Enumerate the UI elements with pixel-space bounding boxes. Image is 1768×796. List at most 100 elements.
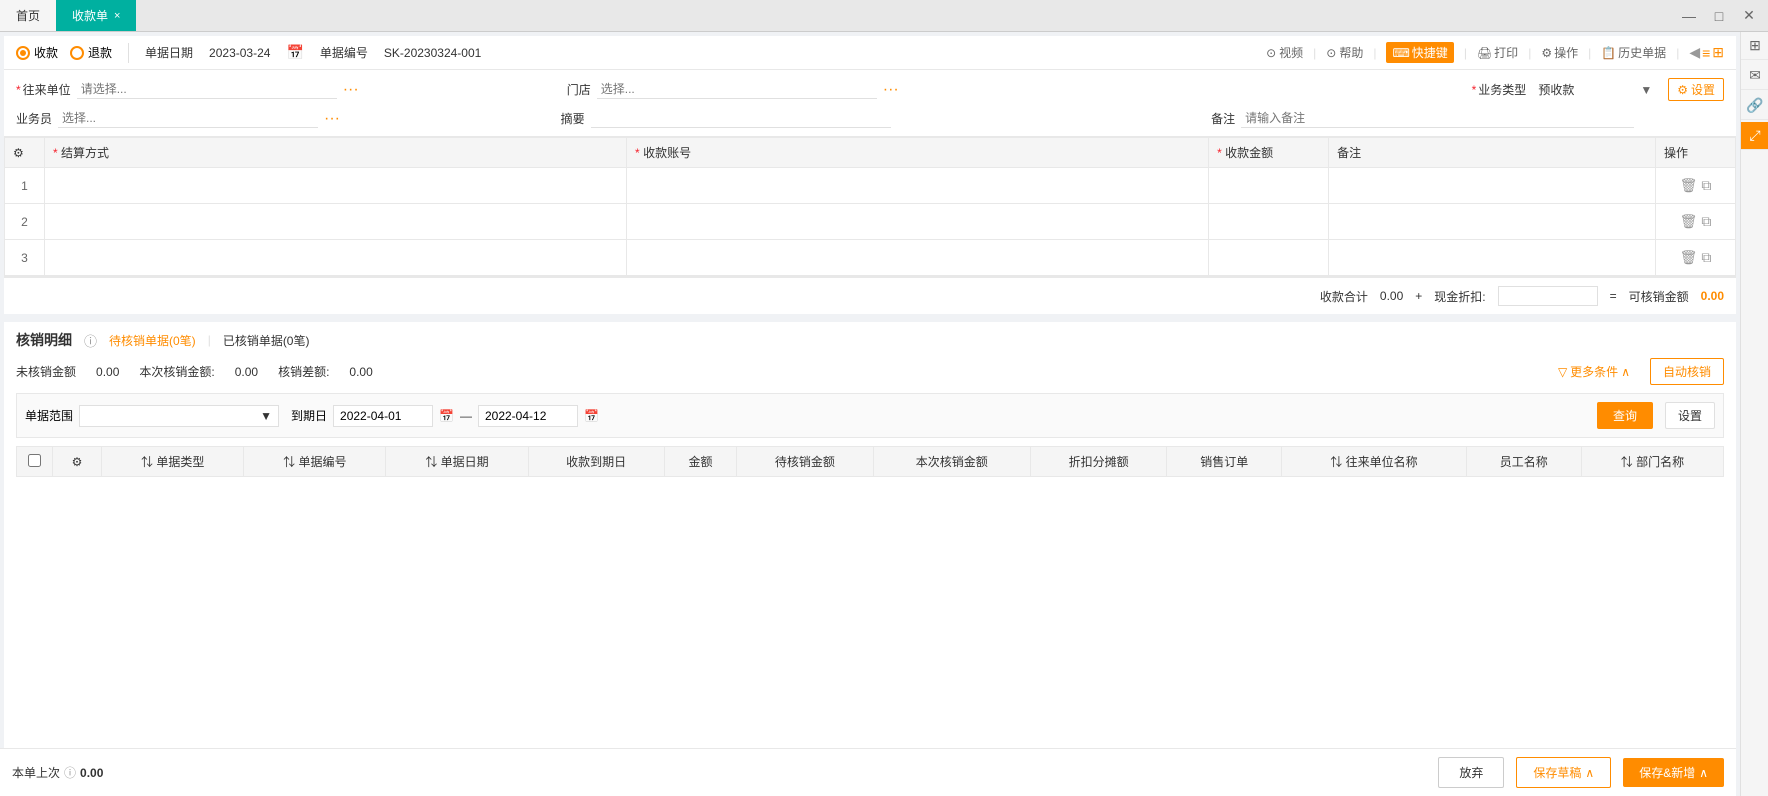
form-row-1: 往来单位 ··· 门店 ··· 业务类型 预收款 ▼ ⚙ <box>16 78 1724 101</box>
row-3-note[interactable] <box>1329 240 1656 276</box>
shortcut-button[interactable]: ⌨ 快捷键 <box>1386 42 1453 63</box>
net-label: 可核销金额 <box>1629 288 1689 305</box>
sort-icon-2: ⇅ <box>283 455 295 469</box>
print-button[interactable]: 🖨 打印 <box>1477 44 1518 61</box>
table-row: 1 🗑 ⧉ <box>5 168 1736 204</box>
th-receive-account: * 收款账号 <box>627 138 1209 168</box>
sidebar-expand-icon[interactable]: ⤢ <box>1741 122 1768 150</box>
select-all-checkbox[interactable] <box>28 454 41 467</box>
row-1-account[interactable] <box>627 168 1209 204</box>
range-select[interactable]: ▼ <box>79 405 279 427</box>
row-2-note[interactable] <box>1329 204 1656 240</box>
tab-receipts[interactable]: 收款单 × <box>56 0 136 31</box>
sidebar-table-icon[interactable]: ⊞ <box>1741 32 1768 60</box>
save-new-label: 保存&新增 <box>1639 764 1695 781</box>
sort-icon: ⇅ <box>141 455 153 469</box>
more-conditions-button[interactable]: ▽ 更多条件 ∧ <box>1558 363 1630 380</box>
date-label: 单据日期 <box>145 44 193 61</box>
end-date-input[interactable] <box>478 405 578 427</box>
row-1-note[interactable] <box>1329 168 1656 204</box>
help-link[interactable]: ⊙ 帮助 <box>1326 44 1363 61</box>
save-draft-button[interactable]: 保存草稿 ∧ <box>1516 757 1611 788</box>
net-value: 0.00 <box>1701 289 1724 303</box>
collect-radio-label: 收款 <box>34 44 58 61</box>
info-help-icon[interactable]: ⓘ <box>64 764 76 781</box>
current-verify-value: 0.00 <box>235 365 258 379</box>
th-department: ⇅ 部门名称 <box>1581 447 1723 477</box>
store-input[interactable] <box>597 80 877 99</box>
salesman-more-icon[interactable]: ··· <box>324 111 340 127</box>
maximize-button[interactable]: □ <box>1708 5 1730 27</box>
layout-list-icon[interactable]: ≡ <box>1702 45 1710 61</box>
pending-tab-link[interactable]: 待核销单据(0笔) <box>109 332 196 349</box>
row-2-amount[interactable] <box>1209 204 1329 240</box>
history-icon: 📋 <box>1601 46 1616 60</box>
store-more-icon[interactable]: ··· <box>883 82 899 98</box>
save-new-button[interactable]: 保存&新增 ∧ <box>1623 758 1724 787</box>
operations-button[interactable]: ⚙ 操作 <box>1541 44 1578 61</box>
sort-icon-3: ⇅ <box>425 455 437 469</box>
tab-close-icon[interactable]: × <box>114 10 120 22</box>
end-date-icon[interactable]: 📅 <box>584 409 599 423</box>
row-1-copy-icon[interactable]: ⧉ <box>1701 177 1711 194</box>
th-gear[interactable]: ⚙ <box>53 447 102 477</box>
th-doc-num: ⇅ 单据编号 <box>244 447 386 477</box>
query-button[interactable]: 查询 <box>1597 402 1653 429</box>
counterpart-more-icon[interactable]: ··· <box>343 82 359 98</box>
toolbar-divider-1 <box>128 43 129 63</box>
verification-header: 核销明细 ⓘ 待核销单据(0笔) | 已核销单据(0笔) <box>16 330 1724 350</box>
sidebar-link-icon[interactable]: 🔗 <box>1741 92 1768 120</box>
row-2-copy-icon[interactable]: ⧉ <box>1701 213 1711 230</box>
row-3-account[interactable] <box>627 240 1209 276</box>
note-input[interactable] <box>1241 109 1634 128</box>
row-2-account[interactable] <box>627 204 1209 240</box>
layout-prev-icon[interactable]: ◀ <box>1689 44 1700 61</box>
refund-radio-dot <box>70 46 84 60</box>
start-date-input[interactable] <box>333 405 433 427</box>
business-type-dropdown-icon[interactable]: ▼ <box>1640 83 1652 97</box>
business-type-label: 业务类型 <box>1472 81 1527 98</box>
row-3-copy-icon[interactable]: ⧉ <box>1701 249 1711 266</box>
row-3-settle[interactable] <box>45 240 627 276</box>
salesman-input[interactable] <box>58 109 318 128</box>
row-3-delete-icon[interactable]: 🗑 <box>1680 249 1698 266</box>
row-1-settle[interactable] <box>45 168 627 204</box>
date-picker-icon[interactable]: 📅 <box>286 44 303 61</box>
toolbar-actions: ⊙ 视频 | ⊙ 帮助 | ⌨ 快捷键 | 🖨 打印 | <box>1266 42 1724 63</box>
history-button[interactable]: 📋 历史单据 <box>1601 44 1666 61</box>
video-link[interactable]: ⊙ 视频 <box>1266 44 1303 61</box>
counterpart-input[interactable] <box>77 80 337 99</box>
th-counterpart-name: ⇅ 往来单位名称 <box>1282 447 1467 477</box>
row-2-settle[interactable] <box>45 204 627 240</box>
sidebar-mail-icon[interactable]: ✉ <box>1741 62 1768 90</box>
minimize-button[interactable]: — <box>1678 5 1700 27</box>
th-sales-order: 销售订单 <box>1167 447 1282 477</box>
save-new-dropdown-icon[interactable]: ∧ <box>1699 766 1708 780</box>
summary-input[interactable] <box>591 109 891 128</box>
table-gear-th[interactable]: ⚙ <box>5 138 45 168</box>
row-3-amount[interactable] <box>1209 240 1329 276</box>
verified-tab-link[interactable]: 已核销单据(0笔) <box>223 332 310 349</box>
total-value: 0.00 <box>1380 289 1403 303</box>
refund-radio[interactable]: 退款 <box>70 44 112 61</box>
th-doc-date: ⇅ 单据日期 <box>386 447 528 477</box>
bottom-settings-button[interactable]: 设置 <box>1665 402 1715 429</box>
auto-verify-button[interactable]: 自动核销 <box>1650 358 1724 385</box>
table-footer: 收款合计 0.00 + 现金折扣: = 可核销金额 0.00 <box>4 277 1736 314</box>
th-checkbox[interactable] <box>17 447 53 477</box>
collect-radio[interactable]: 收款 <box>16 44 58 61</box>
th-discount: 折扣分摊额 <box>1030 447 1166 477</box>
tab-bar: 首页 收款单 × — □ ✕ <box>0 0 1768 32</box>
row-2-delete-icon[interactable]: 🗑 <box>1680 213 1698 230</box>
row-1-amount[interactable] <box>1209 168 1329 204</box>
start-date-icon[interactable]: 📅 <box>439 409 454 423</box>
layout-grid-icon[interactable]: ⊞ <box>1712 44 1724 61</box>
save-draft-dropdown-icon[interactable]: ∧ <box>1585 766 1594 780</box>
abandon-button[interactable]: 放弃 <box>1438 757 1504 788</box>
setting-button[interactable]: ⚙ 设置 <box>1668 78 1724 101</box>
discount-input[interactable] <box>1498 286 1598 306</box>
verification-info-icon[interactable]: ⓘ <box>84 331 97 350</box>
row-1-delete-icon[interactable]: 🗑 <box>1680 177 1698 194</box>
tab-home[interactable]: 首页 <box>0 0 56 31</box>
close-window-button[interactable]: ✕ <box>1738 5 1760 27</box>
